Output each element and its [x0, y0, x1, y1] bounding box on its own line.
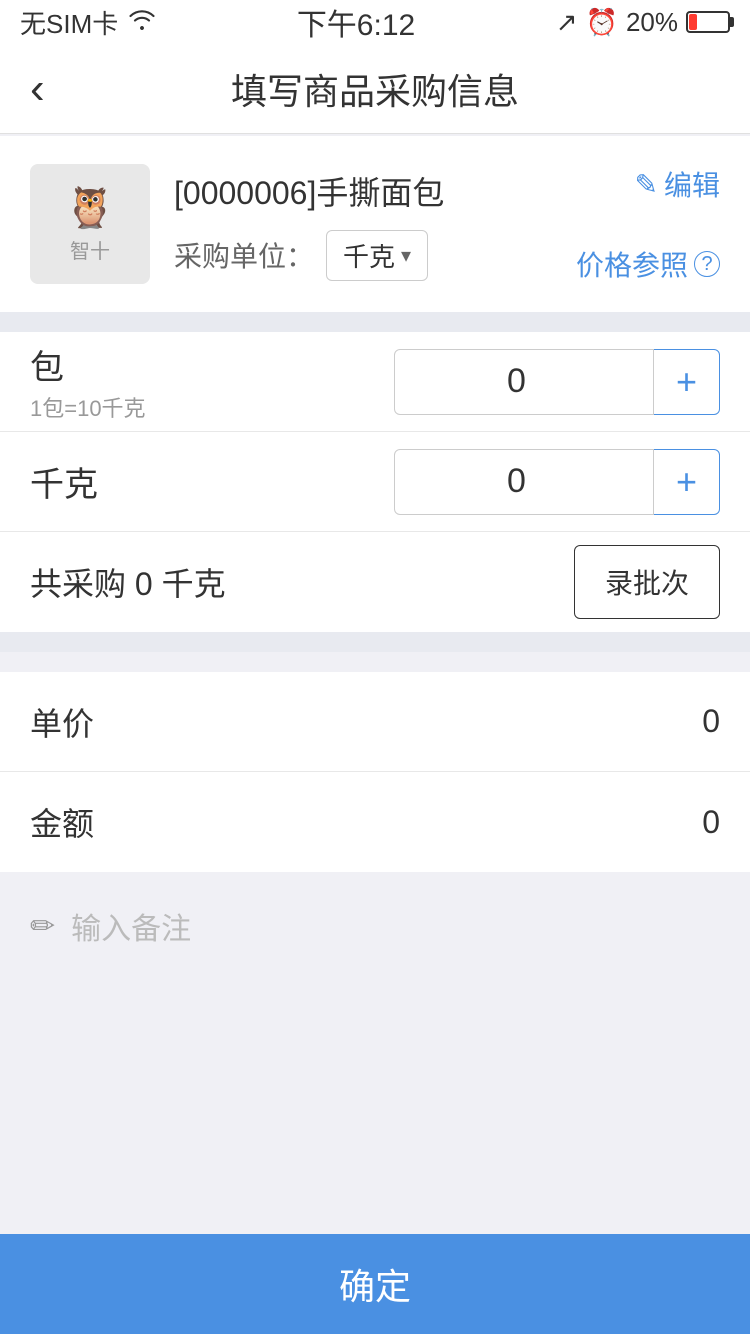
- confirm-button[interactable]: 确定: [0, 1234, 750, 1334]
- page-title: 填写商品采购信息: [231, 63, 519, 115]
- wifi-icon: [128, 8, 156, 37]
- unit-price-label: 单价: [30, 699, 94, 745]
- edit-label: 编辑: [664, 164, 720, 204]
- carrier-text: 无SIM卡: [20, 4, 118, 41]
- bag-input[interactable]: [394, 349, 654, 415]
- gps-icon: ↗: [556, 7, 578, 38]
- pencil-icon: ✏: [30, 909, 55, 944]
- section-divider-2: [0, 632, 750, 652]
- kg-plus-button[interactable]: +: [654, 449, 720, 515]
- product-id: [0000006]: [174, 175, 316, 211]
- product-image: 🦉 智十: [30, 164, 150, 284]
- product-image-text: 智十: [70, 235, 110, 264]
- unit-select[interactable]: 千克 ▾: [326, 230, 428, 281]
- edit-icon: ✎: [635, 168, 658, 201]
- status-time: 下午6:12: [297, 0, 415, 44]
- amount-label: 金额: [30, 799, 94, 845]
- kg-input-row: 千克 +: [0, 432, 750, 532]
- product-image-owl: 🦉: [65, 184, 115, 231]
- bag-input-right: +: [170, 349, 720, 415]
- section-divider-1: [0, 312, 750, 332]
- record-batch-button[interactable]: 录批次: [574, 545, 720, 619]
- kg-label-group: 千克: [30, 457, 170, 506]
- chevron-down-icon: ▾: [401, 243, 411, 268]
- unit-label: 采购单位：: [174, 235, 314, 275]
- kg-input-right: +: [170, 449, 720, 515]
- unit-price-row: 单价 0: [0, 672, 750, 772]
- alarm-icon: ⏰: [586, 7, 618, 38]
- back-button[interactable]: ‹: [30, 64, 45, 114]
- bag-plus-button[interactable]: +: [654, 349, 720, 415]
- amount-row: 金额 0: [0, 772, 750, 872]
- status-right: ↗ ⏰ 20%: [556, 7, 730, 38]
- status-bar: 无SIM卡 下午6:12 ↗ ⏰ 20%: [0, 0, 750, 44]
- unit-value: 千克: [343, 237, 395, 274]
- notes-placeholder: 输入备注: [71, 904, 191, 948]
- status-left: 无SIM卡: [20, 4, 156, 41]
- kg-label: 千克: [30, 457, 170, 506]
- notes-section[interactable]: ✏ 输入备注: [0, 874, 750, 978]
- bottom-spacer: [0, 978, 750, 1078]
- summary-row: 共采购 0 千克 录批次: [0, 532, 750, 632]
- bag-label: 包: [30, 340, 170, 389]
- bag-input-row: 包 1包=10千克 +: [0, 332, 750, 432]
- bag-label-group: 包 1包=10千克: [30, 340, 170, 423]
- summary-text: 共采购 0 千克: [30, 559, 226, 605]
- bag-sub-label: 1包=10千克: [30, 391, 170, 423]
- product-card: 🦉 智十 [0000006]手撕面包 采购单位： 千克 ▾ ✎ 编辑 价格参照 …: [0, 136, 750, 312]
- edit-button[interactable]: ✎ 编辑: [635, 164, 720, 204]
- info-icon: ?: [694, 251, 720, 277]
- kg-input[interactable]: [394, 449, 654, 515]
- input-section: 包 1包=10千克 + 千克 +: [0, 332, 750, 532]
- battery-percentage: 20%: [626, 7, 678, 38]
- nav-bar: ‹ 填写商品采购信息: [0, 44, 750, 134]
- price-ref-button[interactable]: 价格参照 ?: [576, 244, 720, 284]
- battery-icon: [686, 11, 730, 33]
- price-ref-label: 价格参照: [576, 244, 688, 284]
- product-title: 手撕面包: [316, 175, 444, 211]
- price-section: 单价 0 金额 0: [0, 672, 750, 872]
- unit-price-value: 0: [702, 703, 720, 740]
- amount-value: 0: [702, 804, 720, 841]
